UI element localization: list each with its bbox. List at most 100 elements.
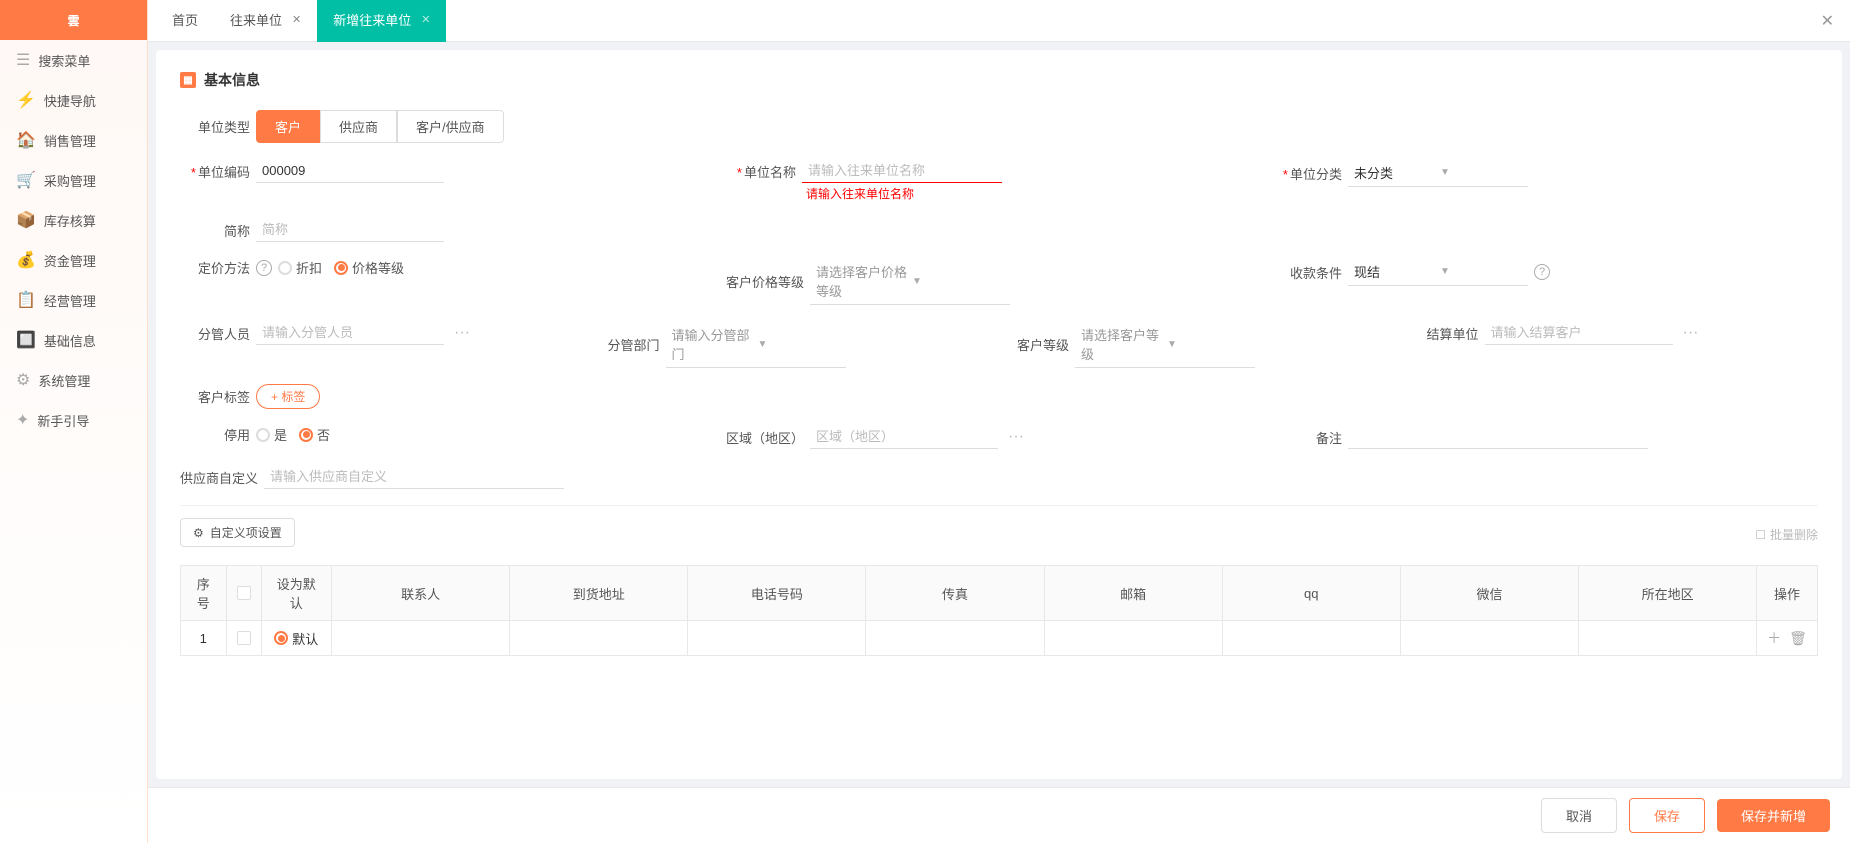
row-checkbox[interactable] [237,631,251,645]
settlement-more-btn[interactable]: ··· [1679,324,1703,342]
unit-category-select[interactable]: 未分类 ▼ [1348,159,1528,187]
sidebar-item-label: 快捷导航 [44,91,96,110]
disabled-no-radio[interactable]: 否 [299,425,330,444]
supplier-custom-input[interactable] [264,465,564,489]
phone-input[interactable] [698,631,855,646]
note-input[interactable] [1348,425,1648,449]
tab-new-contact[interactable]: 新增往来单位 ✕ [317,0,446,42]
custom-setting-button[interactable]: ⚙ 自定义项设置 [180,518,295,547]
note-field: 备注 [1272,425,1818,449]
select-all-checkbox[interactable] [237,586,251,600]
disabled-yes-radio[interactable]: 是 [256,425,287,444]
batch-delete-btn[interactable]: ☐ 批量删除 [1755,526,1818,543]
inventory-icon: 📦 [16,210,36,230]
unit-type-group: 客户 供应商 客户/供应商 [256,110,504,143]
manager-input[interactable] [256,321,444,345]
cell-wechat[interactable] [1400,621,1578,656]
sidebar-item-sys-mgmt[interactable]: ⚙ 系统管理 [0,360,147,400]
address-input[interactable] [520,631,677,646]
sidebar-item-search-menu[interactable]: ☰ 搜索菜单 [0,40,147,80]
cell-check[interactable] [226,621,261,656]
settlement-label: 结算单位 [1409,324,1479,343]
sidebar-item-sales-mgmt[interactable]: 🏠 销售管理 [0,120,147,160]
wechat-input[interactable] [1411,631,1568,646]
unit-code-input[interactable] [256,159,444,183]
customer-level-label: 客户等级 [999,335,1069,354]
manager-more-btn[interactable]: ··· [450,324,474,342]
unit-category-field: *单位分类 未分类 ▼ [1272,159,1818,187]
cell-phone[interactable] [688,621,866,656]
add-row-btn[interactable]: ＋ [1767,628,1781,648]
unit-type-customer-btn[interactable]: 客户 [256,110,320,143]
cell-address[interactable] [510,621,688,656]
unit-name-input[interactable] [802,159,1002,183]
cell-fax[interactable] [866,621,1044,656]
sidebar-item-quick-nav[interactable]: ⚡ 快捷导航 [0,80,147,120]
tab-contacts[interactable]: 往来单位 ✕ [214,0,317,42]
alias-input[interactable] [256,218,444,242]
col-action: 操作 [1757,566,1818,621]
cell-contact[interactable] [332,621,510,656]
search-menu-icon: ☰ [16,50,30,70]
save-and-new-button[interactable]: 保存并新增 [1717,799,1830,832]
cell-default: 默认 [261,621,332,656]
save-button[interactable]: 保存 [1629,798,1705,833]
tab-home[interactable]: 首页 [156,0,214,42]
tag-field: 客户标签 + 标签 [180,384,1818,409]
tab-new-contact-close[interactable]: ✕ [421,13,430,26]
qq-input[interactable] [1233,631,1390,646]
row-region-input[interactable] [1589,631,1746,646]
sidebar-item-label: 销售管理 [44,131,96,150]
sidebar-item-new-guide[interactable]: ✦ 新手引导 [0,400,147,440]
unit-type-both-btn[interactable]: 客户/供应商 [397,110,504,143]
sidebar-item-purchase-mgmt[interactable]: 🛒 采购管理 [0,160,147,200]
unit-category-label: *单位分类 [1272,164,1342,183]
region-input[interactable] [810,425,998,449]
col-address: 到货地址 [510,566,688,621]
tab-new-contact-label: 新增往来单位 [333,10,411,29]
tab-home-label: 首页 [172,10,198,29]
main-close-button[interactable]: ✕ [1813,11,1842,31]
cancel-button[interactable]: 取消 [1541,798,1617,833]
col-no: 序号 [181,566,227,621]
cell-action: ＋ 🗑 [1757,621,1818,656]
contact-input[interactable] [342,631,499,646]
delete-row-btn[interactable]: 🗑 [1789,630,1807,647]
payment-terms-select[interactable]: 现结 ▼ [1348,258,1528,286]
sidebar-item-funds-mgmt[interactable]: 💰 资金管理 [0,240,147,280]
sidebar-item-label: 搜索菜单 [38,51,90,70]
chevron-down-icon: ▼ [912,276,1004,287]
customer-level-select[interactable]: 请选择客户等级 ▼ [1075,321,1255,368]
chevron-down-icon: ▼ [1440,266,1522,277]
chevron-down-icon: ▼ [1167,339,1249,350]
customer-price-level-select[interactable]: 请选择客户价格等级 ▼ [810,258,1010,305]
email-input[interactable] [1055,631,1212,646]
sidebar-item-ops-mgmt[interactable]: 📋 经营管理 [0,280,147,320]
note-label: 备注 [1272,428,1342,447]
sidebar-item-inventory[interactable]: 📦 库存核算 [0,200,147,240]
row-default-radio[interactable] [274,631,288,645]
disabled-region-row: 停用 是 否 区域（地区） ··· [180,425,1818,449]
pricing-help-icon[interactable]: ? [256,260,272,276]
sidebar-item-basic-info[interactable]: 🔲 基础信息 [0,320,147,360]
pricing-discount-radio[interactable]: 折扣 [278,258,322,277]
cell-email[interactable] [1044,621,1222,656]
settlement-input[interactable] [1485,321,1673,345]
department-select[interactable]: 请输入分管部门 ▼ [666,321,846,368]
cell-qq[interactable] [1222,621,1400,656]
region-more-btn[interactable]: ··· [1004,428,1028,446]
sys-icon: ⚙ [16,370,30,390]
settlement-field: 结算单位 ··· [1409,321,1819,345]
section-basic-info: ▦ 基本信息 [180,70,1818,90]
add-tag-button[interactable]: + 标签 [256,384,320,409]
sidebar-item-label: 系统管理 [38,371,90,390]
cell-region[interactable] [1579,621,1757,656]
row-actions: ＋ 🗑 [1767,628,1807,648]
pricing-level-radio[interactable]: 价格等级 [334,258,404,277]
chevron-down-icon: ▼ [1440,167,1522,178]
payment-help-icon[interactable]: ? [1534,264,1550,280]
fax-input[interactable] [876,631,1033,646]
unit-type-supplier-btn[interactable]: 供应商 [320,110,397,143]
tab-contacts-close[interactable]: ✕ [292,13,301,26]
ops-icon: 📋 [16,290,36,310]
